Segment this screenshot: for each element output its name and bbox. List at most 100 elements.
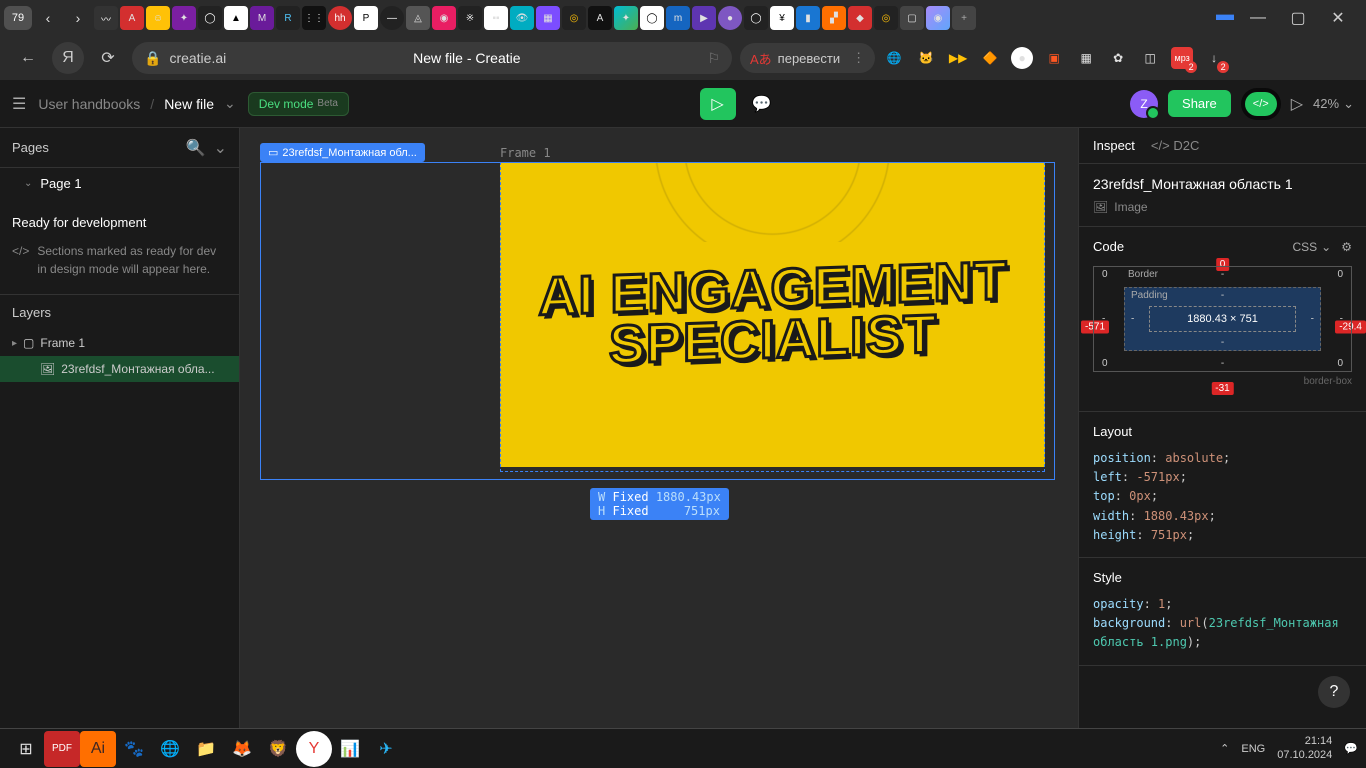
maximize-button[interactable]: ▢ <box>1282 4 1314 32</box>
hamburger-icon[interactable]: ☰ <box>12 94 26 114</box>
clock[interactable]: 21:14 07.10.2024 <box>1277 735 1332 761</box>
tab-counter[interactable]: 79 <box>4 6 32 30</box>
tab-favicon[interactable]: hh <box>328 6 352 30</box>
ext-icon[interactable]: ▣ <box>1043 47 1065 69</box>
tab-favicon[interactable]: A <box>120 6 144 30</box>
nav-back-icon[interactable]: ‹ <box>34 4 62 32</box>
nav-fwd-icon[interactable]: › <box>64 4 92 32</box>
tray-chevron-icon[interactable]: ⌃ <box>1220 742 1229 755</box>
tab-favicon-active[interactable]: ◉ <box>926 6 950 30</box>
menu-indicator-icon[interactable]: ▬ <box>1216 4 1234 32</box>
help-button[interactable]: ? <box>1318 676 1350 708</box>
tab-favicon[interactable]: ▶ <box>692 6 716 30</box>
tab-favicon[interactable]: A <box>588 6 612 30</box>
selection-label[interactable]: ▭ 23refdsf_Монтажная обл... <box>260 143 425 162</box>
tab-favicon[interactable]: 〰 <box>94 6 118 30</box>
code-lang-select[interactable]: CSS ⌄ ⚙ <box>1292 240 1352 254</box>
play-button[interactable]: ▷ <box>700 88 736 120</box>
tab-favicon[interactable]: ▪▪ <box>484 6 508 30</box>
tab-favicon[interactable]: ◎ <box>562 6 586 30</box>
tab-favicon[interactable]: ◯ <box>640 6 664 30</box>
tab-favicon[interactable]: ⋮⋮ <box>302 6 326 30</box>
bookmark-icon[interactable]: ⚐ <box>707 50 720 67</box>
comment-button[interactable]: 💬 <box>744 88 780 120</box>
code-toggle[interactable]: </> <box>1241 88 1281 120</box>
tab-favicon[interactable]: ▢ <box>900 6 924 30</box>
task-icon[interactable]: Ai <box>80 731 116 767</box>
layout-code[interactable]: position: absolute; left: -571px; top: 0… <box>1093 449 1352 545</box>
tab-favicon[interactable]: — <box>380 6 404 30</box>
task-icon-yandex[interactable]: Y <box>296 731 332 767</box>
tab-favicon[interactable]: ▞ <box>822 6 846 30</box>
chevron-down-icon[interactable]: ⌄ <box>214 138 227 158</box>
tab-favicon[interactable]: 👁 <box>510 6 534 30</box>
tab-favicon[interactable]: ◯ <box>198 6 222 30</box>
frame-label[interactable]: Frame 1 <box>500 146 551 160</box>
avatar[interactable]: Z <box>1130 90 1158 118</box>
tab-favicon[interactable]: ◎ <box>874 6 898 30</box>
breadcrumb-parent[interactable]: User handbooks <box>38 96 140 112</box>
tab-favicon[interactable]: ● <box>718 6 742 30</box>
task-icon-firefox[interactable]: 🦊 <box>224 731 260 767</box>
new-tab-button[interactable]: + <box>952 6 976 30</box>
start-button[interactable]: ⊞ <box>8 731 44 767</box>
tab-favicon[interactable]: ◉ <box>432 6 456 30</box>
lang-indicator[interactable]: ENG <box>1241 743 1265 755</box>
search-icon[interactable]: 🔍 <box>186 138 206 158</box>
tab-inspect[interactable]: Inspect <box>1093 138 1135 153</box>
ext-icon[interactable]: 🌐 <box>883 47 905 69</box>
ext-badge[interactable]: мрз <box>1171 47 1193 69</box>
translate-chip[interactable]: Аあ перевести ⋮ <box>740 43 875 73</box>
kebab-icon[interactable]: ⋮ <box>852 50 865 66</box>
ext-icon[interactable]: ▶▶ <box>947 47 969 69</box>
share-button[interactable]: Share <box>1168 90 1231 117</box>
style-code[interactable]: opacity: 1; background: url(23refdsf_Мон… <box>1093 595 1352 653</box>
url-box[interactable]: 🔒 creatie.ai New file - Creatie ⚐ <box>132 42 732 74</box>
tab-favicon[interactable]: R <box>276 6 300 30</box>
task-icon-explorer[interactable]: 📁 <box>188 731 224 767</box>
tab-d2c[interactable]: </> D2C <box>1151 138 1199 153</box>
zoom-display[interactable]: 42% ⌄ <box>1313 96 1354 112</box>
notifications-icon[interactable]: 💬 <box>1344 742 1358 755</box>
ext-icon[interactable]: 🐱 <box>915 47 937 69</box>
task-icon-brave[interactable]: 🦁 <box>260 731 296 767</box>
tab-favicon[interactable]: ▮ <box>796 6 820 30</box>
settings-icon[interactable]: ⚙ <box>1341 240 1352 254</box>
chevron-down-icon[interactable]: ⌄ <box>224 95 236 112</box>
ext-icon[interactable]: 🔶 <box>979 47 1001 69</box>
extensions-menu-icon[interactable]: ✿ <box>1107 47 1129 69</box>
page-item[interactable]: ⌄ Page 1 <box>0 168 239 199</box>
tab-favicon[interactable]: ¥ <box>770 6 794 30</box>
reload-button[interactable]: ⟳ <box>92 42 124 74</box>
task-icon[interactable]: 📊 <box>332 731 368 767</box>
tab-favicon[interactable]: ◆ <box>848 6 872 30</box>
sidebar-panel-icon[interactable]: ◫ <box>1139 47 1161 69</box>
tab-favicon[interactable]: ◯ <box>744 6 768 30</box>
task-icon[interactable]: 🐾 <box>116 731 152 767</box>
layer-item-selected[interactable]: 🖼 23refdsf_Монтажная обла... <box>0 356 239 382</box>
tab-favicon[interactable]: ◬ <box>406 6 430 30</box>
task-icon-telegram[interactable]: ✈ <box>368 731 404 767</box>
task-icon-edge[interactable]: 🌐 <box>152 731 188 767</box>
present-button[interactable]: ▷ <box>1291 94 1303 114</box>
tab-favicon[interactable]: ✦ <box>614 6 638 30</box>
ext-icon[interactable]: ▦ <box>1075 47 1097 69</box>
ext-icon[interactable]: ● <box>1011 47 1033 69</box>
minimize-button[interactable]: — <box>1242 4 1274 32</box>
canvas-area[interactable]: ▭ 23refdsf_Монтажная обл... Frame 1 AI E… <box>240 128 1078 728</box>
dev-mode-badge[interactable]: Dev mode Beta <box>248 92 349 116</box>
tab-favicon[interactable]: ※ <box>458 6 482 30</box>
close-button[interactable]: ✕ <box>1322 4 1354 32</box>
tab-favicon[interactable]: m <box>666 6 690 30</box>
task-icon[interactable]: PDF <box>44 731 80 767</box>
tab-favicon[interactable]: M <box>250 6 274 30</box>
tab-favicon[interactable]: ▲ <box>224 6 248 30</box>
layer-item-frame[interactable]: ▸ ▢ Frame 1 <box>0 330 239 356</box>
yandex-button[interactable]: Я <box>52 42 84 74</box>
downloads-icon[interactable]: ↓ <box>1203 47 1225 69</box>
tab-favicon[interactable]: P <box>354 6 378 30</box>
back-button[interactable]: ← <box>12 42 44 74</box>
tab-favicon[interactable]: ▦ <box>536 6 560 30</box>
breadcrumb-current[interactable]: New file <box>164 96 214 112</box>
tab-favicon[interactable]: ☺ <box>146 6 170 30</box>
